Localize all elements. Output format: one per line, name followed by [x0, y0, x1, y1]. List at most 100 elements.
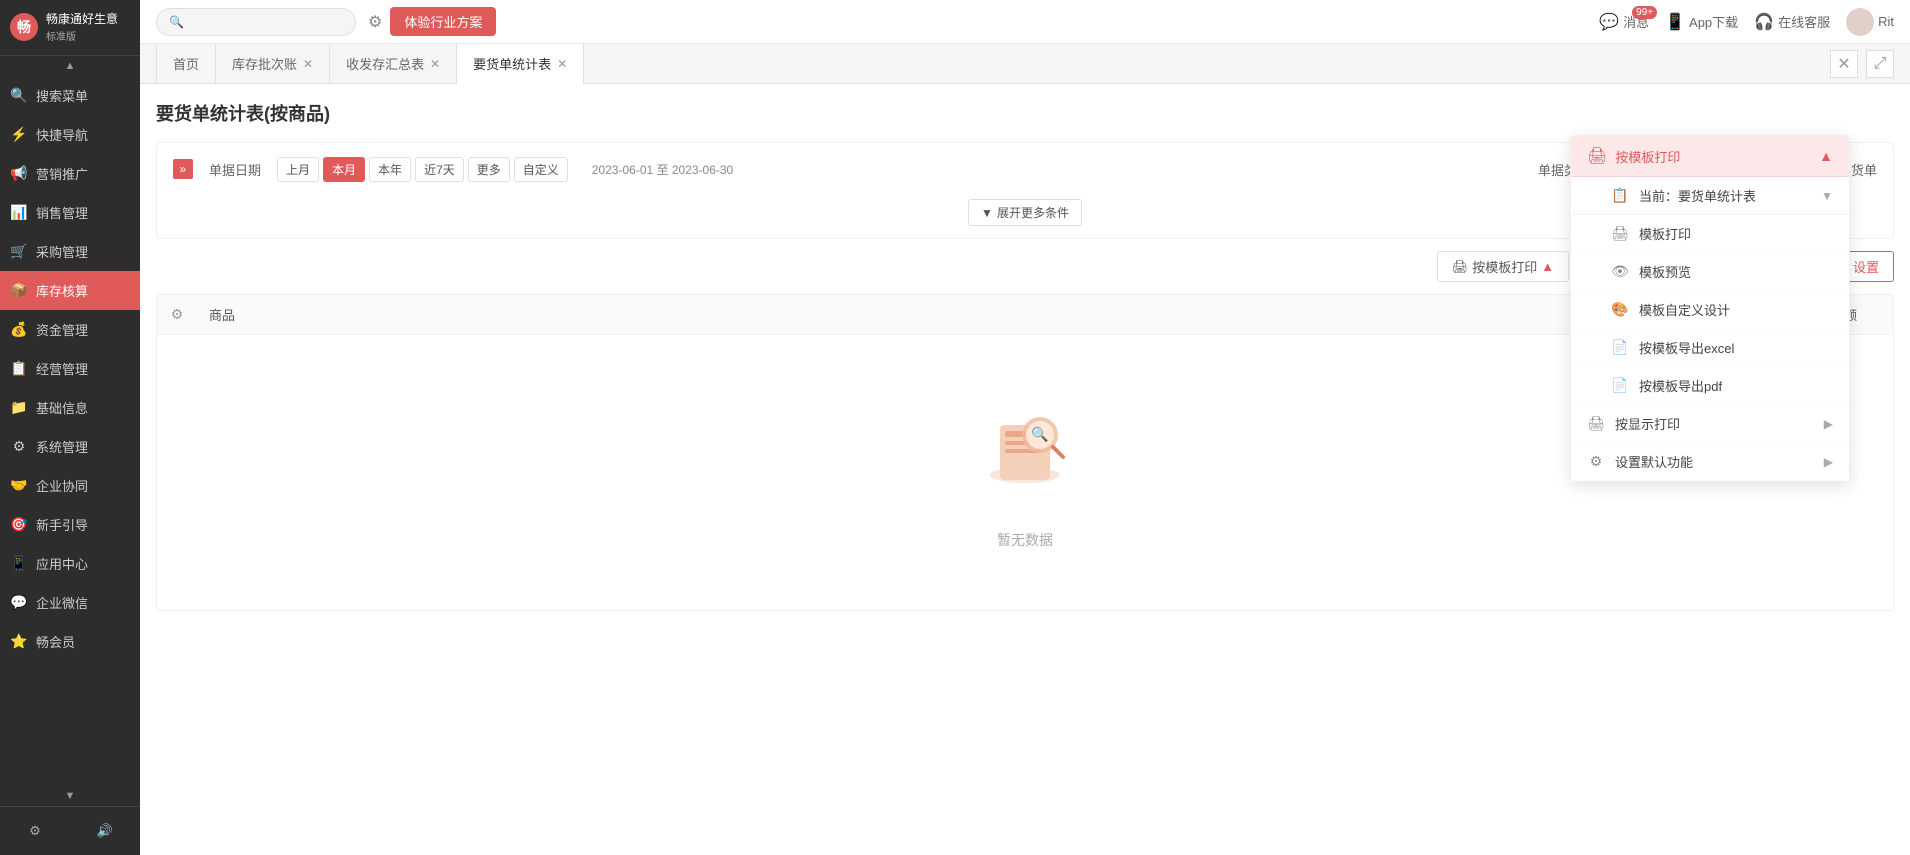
tab-receipt[interactable]: 收发存汇总表 ✕	[330, 44, 457, 84]
dropdown-collapse-icon[interactable]: ▲	[1819, 148, 1833, 164]
dropdown-current-label: 当前：要货单统计表	[1639, 186, 1756, 205]
sidebar-item-label: 采购管理	[36, 242, 88, 261]
scroll-up-arrow[interactable]: ▲	[65, 60, 76, 72]
finance-icon: 💰	[10, 321, 28, 338]
scroll-down-arrow[interactable]: ▼	[65, 790, 76, 802]
sidebar-logo: 畅 畅康通好生意 标准版	[0, 0, 140, 56]
tab-batch-close[interactable]: ✕	[303, 57, 313, 71]
empty-icon: 🔍	[975, 395, 1075, 514]
display-print-icon: 🖨	[1587, 415, 1605, 432]
sidebar-item-system[interactable]: ⚙ 系统管理	[0, 427, 140, 466]
date-btn-current-month[interactable]: 本月	[323, 157, 365, 182]
sidebar-item-finance[interactable]: 💰 资金管理	[0, 310, 140, 349]
col-settings-icon[interactable]: ⚙	[171, 306, 184, 323]
app-download-action[interactable]: 📱 App下载	[1665, 12, 1738, 32]
message-icon: 💬	[1599, 12, 1619, 32]
service-icon: 🎧	[1754, 12, 1774, 32]
date-btn-last7days[interactable]: 近7天	[415, 157, 464, 182]
maximize-window-button[interactable]: ⤢	[1866, 50, 1894, 78]
sidebar-item-business[interactable]: 📋 经营管理	[0, 349, 140, 388]
sidebar-item-appstore[interactable]: 📱 应用中心	[0, 544, 140, 583]
tab-home[interactable]: 首页	[156, 44, 216, 84]
tab-order-close[interactable]: ✕	[557, 57, 567, 71]
date-label: 单据日期	[209, 160, 261, 179]
industry-button[interactable]: 体验行业方案	[390, 7, 496, 36]
col-settings[interactable]: ⚙	[157, 295, 197, 334]
dropdown-item-design[interactable]: 🎨 模板自定义设计	[1571, 291, 1849, 329]
dropdown-current-item[interactable]: 📋 当前：要货单统计表 ▼	[1571, 177, 1849, 215]
date-btn-custom[interactable]: 自定义	[514, 157, 568, 182]
topbar-search-box[interactable]: 🔍	[156, 8, 356, 36]
sidebar-item-marketing[interactable]: 📢 营销推广	[0, 154, 140, 193]
item-excel-icon: 📄	[1611, 339, 1629, 356]
sidebar-item-basic[interactable]: 📁 基础信息	[0, 388, 140, 427]
sidebar-menu: 🔍 搜索菜单 ⚡ 快捷导航 📢 营销推广 📊 销售管理 🛒 采购管理 📦 库存核…	[0, 76, 140, 786]
page-title: 要货单统计表(按商品)	[156, 100, 1894, 126]
sidebar-item-purchase[interactable]: 🛒 采购管理	[0, 232, 140, 271]
sidebar-item-sales[interactable]: 📊 销售管理	[0, 193, 140, 232]
message-badge: 99+	[1632, 6, 1657, 19]
close-window-button[interactable]: ✕	[1830, 50, 1858, 78]
date-btn-prev-month[interactable]: 上月	[277, 157, 319, 182]
dropdown-item-excel-label: 按模板导出excel	[1639, 338, 1734, 357]
message-action[interactable]: 💬 消息 99+	[1599, 12, 1649, 32]
date-btn-more[interactable]: 更多	[468, 157, 510, 182]
online-service-action[interactable]: 🎧 在线客服	[1754, 12, 1830, 32]
date-btn-current-year[interactable]: 本年	[369, 157, 411, 182]
dropdown-item-preview-label: 模板预览	[1639, 262, 1691, 281]
dropdown-print-icon: 🖨	[1587, 146, 1607, 166]
app-badge: 标准版	[46, 28, 118, 43]
inventory-icon: 📦	[10, 282, 28, 299]
topbar-gear-icon[interactable]: ⚙	[368, 12, 382, 32]
bottom-settings[interactable]: ⚙	[0, 815, 70, 847]
print-label: 按模板打印	[1472, 257, 1537, 276]
sidebar-item-collab[interactable]: 🤝 企业协同	[0, 466, 140, 505]
sidebar-item-label: 经营管理	[36, 359, 88, 378]
sidebar-item-label: 搜索菜单	[36, 86, 88, 105]
expand-more-button[interactable]: ▼ 展开更多条件	[968, 199, 1082, 226]
tab-receipt-close[interactable]: ✕	[430, 57, 440, 71]
sidebar-item-search[interactable]: 🔍 搜索菜单	[0, 76, 140, 115]
dropdown-item-pdf[interactable]: 📄 按模板导出pdf	[1571, 367, 1849, 405]
basic-icon: 📁	[10, 399, 28, 416]
print-button[interactable]: 🖨 按模板打印 ▲	[1437, 251, 1569, 282]
tab-order-label: 要货单统计表	[473, 54, 551, 73]
dropdown-display-print[interactable]: 🖨 按显示打印 ▶	[1571, 405, 1849, 443]
tabbar-right: ✕ ⤢	[1830, 50, 1894, 78]
tab-order[interactable]: 要货单统计表 ✕	[457, 44, 584, 84]
user-action[interactable]: Rit	[1846, 8, 1894, 36]
dropdown-item-print[interactable]: 🖨 模板打印	[1571, 215, 1849, 253]
dropdown-header[interactable]: 🖨 按模板打印 ▲	[1571, 136, 1849, 177]
system-icon: ⚙	[10, 438, 28, 455]
sidebar-item-inventory[interactable]: 📦 库存核算	[0, 271, 140, 310]
tab-batch[interactable]: 库存批次账 ✕	[216, 44, 330, 84]
item-print-icon: 🖨	[1611, 225, 1629, 242]
filter-expand-icon[interactable]: »	[173, 159, 193, 179]
topbar-actions: 💬 消息 99+ 📱 App下载 🎧 在线客服 Rit	[1599, 8, 1894, 36]
dropdown-item-preview[interactable]: 👁 模板预览	[1571, 253, 1849, 291]
bottom-volume[interactable]: 🔊	[70, 815, 140, 847]
sidebar-item-member[interactable]: ⭐ 畅会员	[0, 622, 140, 661]
sidebar-item-wechat[interactable]: 💬 企业微信	[0, 583, 140, 622]
dropdown-header-label: 按模板打印	[1615, 147, 1680, 166]
dropdown-item-design-label: 模板自定义设计	[1639, 300, 1730, 319]
sidebar-item-quicknav[interactable]: ⚡ 快捷导航	[0, 115, 140, 154]
current-arrow-icon: ▼	[1821, 189, 1833, 203]
sidebar-bottom: ⚙ 🔊	[0, 806, 140, 855]
search-icon: 🔍	[10, 87, 28, 104]
sidebar-item-label: 系统管理	[36, 437, 88, 456]
collab-icon: 🤝	[10, 477, 28, 494]
empty-text: 暂无数据	[997, 530, 1053, 550]
dropdown-set-default[interactable]: ⚙ 设置默认功能 ▶	[1571, 443, 1849, 481]
sidebar-item-label: 库存核算	[36, 281, 88, 300]
dropdown-item-print-label: 模板打印	[1639, 224, 1691, 243]
dropdown-item-excel[interactable]: 📄 按模板导出excel	[1571, 329, 1849, 367]
print-icon: 🖨	[1452, 259, 1469, 275]
expand-label: 展开更多条件	[997, 204, 1069, 221]
current-item-icon: 📋	[1611, 187, 1629, 204]
app-download-label: App下载	[1689, 12, 1738, 31]
set-default-arrow: ▶	[1824, 455, 1833, 469]
sidebar: 畅 畅康通好生意 标准版 ▲ 🔍 搜索菜单 ⚡ 快捷导航 📢 营销推广 📊 销售…	[0, 0, 140, 855]
date-range: 2023-06-01 至 2023-06-30	[592, 161, 733, 178]
sidebar-item-guide[interactable]: 🎯 新手引导	[0, 505, 140, 544]
